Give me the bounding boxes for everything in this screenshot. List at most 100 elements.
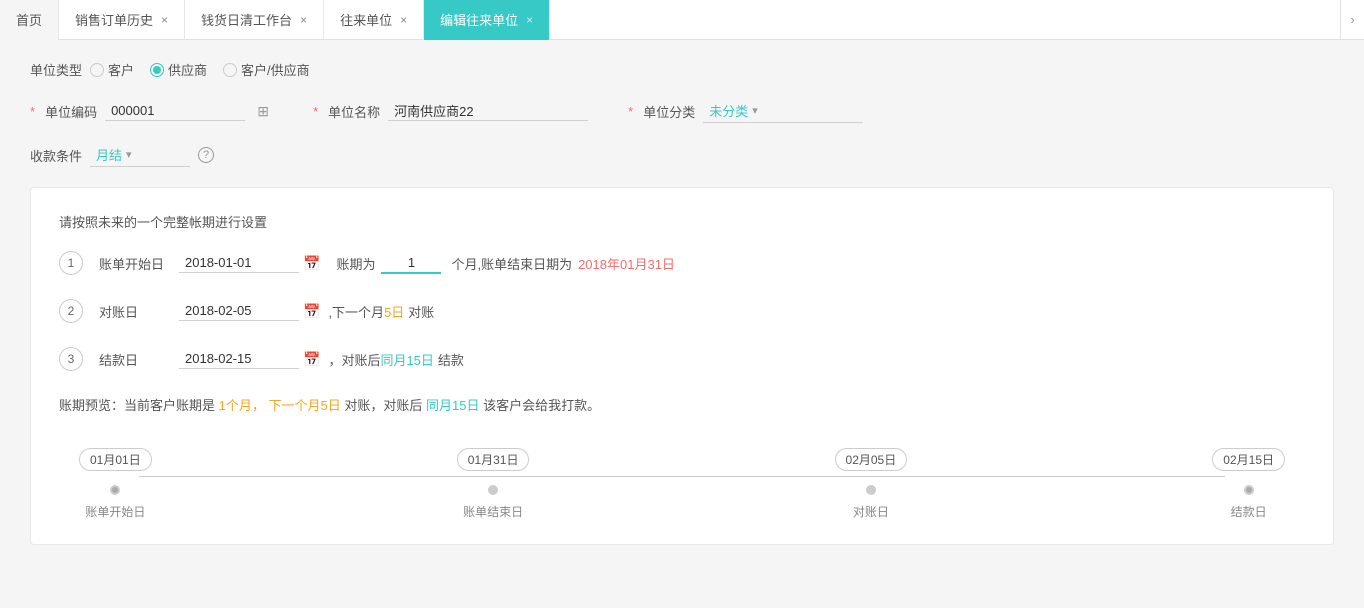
timeline-label-3: 结款日 [1231,503,1267,520]
arrow-icon: › [1350,12,1354,27]
panel-hint: 请按照未来的一个完整帐期进行设置 [59,212,1305,231]
radio-both-circle [223,63,237,77]
payment-terms-select[interactable]: 月结 ▾ [90,143,190,167]
step-label-1: 账单开始日 [99,254,179,273]
tab-cash-ledger-close[interactable]: × [300,13,307,27]
unit-code-field: * 单位编码 ⊞ [30,101,273,121]
step-row-2: 2 对账日 📅 ,下一个月 5日 对账 [59,299,1305,323]
timeline-dot-0 [110,485,120,495]
payment-terms-field: 收款条件 月结 ▾ ? [30,143,214,167]
step-suffix2-2: 对账 [408,302,434,321]
step-date-input-1[interactable] [179,253,299,273]
payment-terms-row: 收款条件 月结 ▾ ? [30,143,1334,167]
tabs-bar: 首页 销售订单历史 × 钱货日清工作台 × 往来单位 × 编辑往来单位 × › [0,0,1364,40]
timeline-label-0: 账单开始日 [85,503,145,520]
tab-home-label: 首页 [16,10,42,29]
step-label-3: 结款日 [99,350,179,369]
preview-label: 账期预览：当前客户账期是 [59,398,215,413]
step-suffix2-highlight: 5日 [384,302,404,321]
unit-type-label: 单位类型 [30,60,82,79]
preview-1: 1个月， [219,398,265,413]
unit-category-select[interactable]: 未分类 ▾ [703,99,863,123]
tab-edit-partner-label: 编辑往来单位 [440,10,518,29]
tab-sales-order-history-label: 销售订单历史 [75,10,153,29]
timeline-badge-1: 01月31日 [457,448,530,471]
step-period-unit: 个月,账单结束日期为 [451,254,572,273]
radio-supplier[interactable]: 供应商 [150,60,207,79]
unit-name-field: * 单位名称 [313,101,588,121]
radio-supplier-circle [150,63,164,77]
unit-category-field: * 单位分类 未分类 ▾ [628,99,863,123]
radio-both[interactable]: 客户/供应商 [223,60,310,79]
unit-category-arrow: ▾ [752,104,758,117]
timeline-badge-2: 02月05日 [835,448,908,471]
step-suffix2-1: ,下一个月 [328,302,384,321]
unit-category-label: 单位分类 [643,102,695,121]
step-num-1: 1 [59,251,83,275]
timeline-badge-3: 02月15日 [1212,448,1285,471]
timeline: 01月01日 账单开始日 01月31日 账单结束日 02月05日 对账日 [59,438,1305,520]
timeline-node-3: 02月15日 结款日 [1212,448,1285,520]
step-row-3: 3 结款日 📅 ，对账后 同月15日 结款 [59,347,1305,371]
preview-4: 同月15日 [426,398,479,413]
payment-terms-label: 收款条件 [30,146,82,165]
tab-sales-order-history[interactable]: 销售订单历史 × [59,0,185,40]
timeline-node-2: 02月05日 对账日 [835,448,908,520]
tab-edit-partner[interactable]: 编辑往来单位 × [424,0,550,40]
unit-code-copy-icon[interactable]: ⊞ [253,101,273,121]
step-num-3: 3 [59,347,83,371]
timeline-badge-0: 01月01日 [79,448,152,471]
unit-category-value: 未分类 [709,101,748,120]
step-label-2: 对账日 [99,302,179,321]
unit-category-star: * [628,104,633,119]
tab-partner-units-close[interactable]: × [400,13,407,27]
tab-sales-order-history-close[interactable]: × [161,13,168,27]
preview-2: 下一个月5日 [269,398,341,413]
step-date-input-3[interactable] [179,349,299,369]
tab-partner-units-label: 往来单位 [340,10,392,29]
cal-icon-2[interactable]: 📅 [303,303,320,320]
radio-customer[interactable]: 客户 [90,60,134,79]
tab-cash-ledger[interactable]: 钱货日清工作台 × [185,0,324,40]
radio-group-unit-type: 客户 供应商 客户/供应商 [90,60,310,79]
radio-customer-label: 客户 [108,60,134,79]
unit-type-field: 单位类型 客户 供应商 客户/供应商 [30,60,310,79]
radio-supplier-label: 供应商 [168,60,207,79]
unit-code-star: * [30,104,35,119]
step-period-input[interactable] [381,253,441,274]
step-period-end: 2018年01月31日 [578,254,675,273]
unit-name-star: * [313,104,318,119]
main-content: 单位类型 客户 供应商 客户/供应商 * 单位编码 [0,40,1364,608]
step-suffix3-2: 结款 [438,350,464,369]
tab-edit-partner-close[interactable]: × [526,13,533,27]
tab-cash-ledger-label: 钱货日清工作台 [201,10,292,29]
tab-home[interactable]: 首页 [0,0,59,40]
timeline-dot-1 [488,485,498,495]
payment-terms-value: 月结 [96,145,122,164]
timeline-dot-3 [1244,485,1254,495]
timeline-dot-2 [866,485,876,495]
payment-terms-help-icon[interactable]: ? [198,147,214,163]
timeline-node-0: 01月01日 账单开始日 [79,448,152,520]
unit-name-input[interactable] [388,101,588,121]
unit-info-row: * 单位编码 ⊞ * 单位名称 * 单位分类 未分类 ▾ [30,99,1334,123]
step-row-1: 1 账单开始日 📅 账期为 个月,账单结束日期为 2018年01月31日 [59,251,1305,275]
tab-partner-units[interactable]: 往来单位 × [324,0,424,40]
step-suffix-1: 账期为 [336,254,375,273]
billing-panel: 请按照未来的一个完整帐期进行设置 1 账单开始日 📅 账期为 个月,账单结束日期… [30,187,1334,545]
step-date-input-2[interactable] [179,301,299,321]
step-suffix3-1: ，对账后 [328,350,380,369]
unit-name-label: 单位名称 [328,102,380,121]
cal-icon-1[interactable]: 📅 [303,255,320,272]
unit-type-row: 单位类型 客户 供应商 客户/供应商 [30,60,1334,79]
radio-customer-circle [90,63,104,77]
timeline-node-1: 01月31日 账单结束日 [457,448,530,520]
tabs-scroll-arrow[interactable]: › [1340,0,1364,40]
step-suffix3-highlight: 同月15日 [380,350,433,369]
unit-code-input[interactable] [105,101,245,121]
unit-code-label: 单位编码 [45,102,97,121]
timeline-label-1: 账单结束日 [463,503,523,520]
radio-both-label: 客户/供应商 [241,60,310,79]
cal-icon-3[interactable]: 📅 [303,351,320,368]
preview-5: 该客户会给我打款。 [483,398,600,413]
